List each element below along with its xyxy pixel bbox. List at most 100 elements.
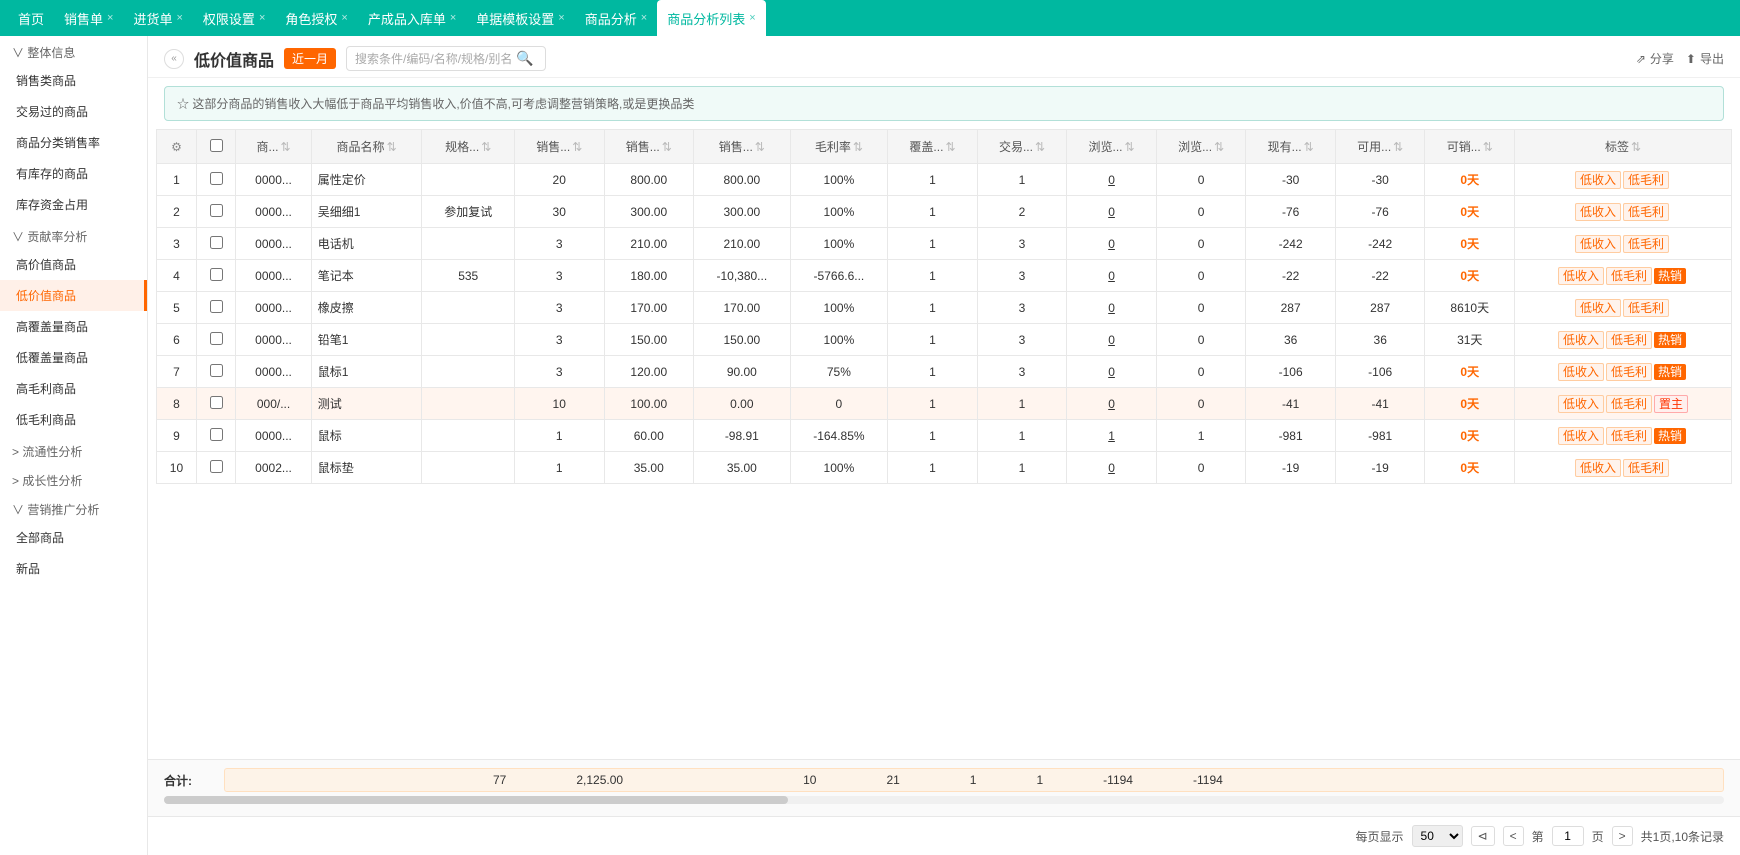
row-col11[interactable]: 0 [1067, 196, 1157, 228]
sort-sellable-icon[interactable]: ⇅ [1483, 140, 1493, 154]
nav-close-analysis-list[interactable]: × [749, 12, 755, 24]
sort-view2-icon[interactable]: ⇅ [1214, 140, 1224, 154]
time-range-tag[interactable]: 近一月 [284, 48, 336, 69]
row-checkbox[interactable] [196, 324, 235, 356]
nav-product-inbound[interactable]: 产成品入库单 × [358, 0, 466, 36]
sidebar-item-stock-capital[interactable]: 库存资金占用 [0, 189, 147, 220]
sidebar-item-all-products[interactable]: 全部商品 [0, 522, 147, 553]
row-select-checkbox[interactable] [210, 428, 223, 441]
row-col11[interactable]: 0 [1067, 292, 1157, 324]
col-tags[interactable]: 标签⇅ [1515, 130, 1732, 164]
sidebar-item-high-margin[interactable]: 高毛利商品 [0, 373, 147, 404]
row-col11[interactable]: 0 [1067, 324, 1157, 356]
row-select-checkbox[interactable] [210, 268, 223, 281]
row-checkbox[interactable] [196, 388, 235, 420]
nav-close-template[interactable]: × [558, 12, 564, 24]
nav-close-product-inbound[interactable]: × [450, 12, 456, 24]
page-prev-btn[interactable]: < [1503, 826, 1524, 846]
sort-sales1-icon[interactable]: ⇅ [572, 140, 582, 154]
col-gear[interactable]: ⚙ [157, 130, 197, 164]
view-link[interactable]: 1 [1108, 429, 1115, 443]
sidebar-group-growth[interactable]: > 成长性分析 [0, 464, 147, 493]
view-link[interactable]: 0 [1108, 365, 1115, 379]
sidebar-item-low-coverage[interactable]: 低覆盖量商品 [0, 342, 147, 373]
view-link[interactable]: 0 [1108, 333, 1115, 347]
row-col11[interactable]: 0 [1067, 228, 1157, 260]
sort-transaction-icon[interactable]: ⇅ [1035, 140, 1045, 154]
page-number-input[interactable] [1552, 826, 1584, 846]
nav-close-sales[interactable]: × [107, 12, 113, 24]
row-select-checkbox[interactable] [210, 396, 223, 409]
col-margin[interactable]: 毛利率⇅ [790, 130, 888, 164]
sort-view1-icon[interactable]: ⇅ [1125, 140, 1135, 154]
page-size-select[interactable]: 50 100 200 [1412, 825, 1463, 847]
search-icon[interactable]: 🔍 [516, 50, 533, 67]
col-view2[interactable]: 浏览...⇅ [1156, 130, 1246, 164]
share-btn[interactable]: ⇗ 分享 [1636, 50, 1674, 67]
row-col11[interactable]: 0 [1067, 260, 1157, 292]
search-box[interactable]: 搜索条件/编码/名称/规格/别名 🔍 [346, 46, 546, 71]
nav-product-analysis[interactable]: 商品分析 × [575, 0, 657, 36]
col-code[interactable]: 商...⇅ [236, 130, 311, 164]
col-sales2[interactable]: 销售...⇅ [604, 130, 694, 164]
sidebar-item-high-value[interactable]: 高价值商品 [0, 249, 147, 280]
row-select-checkbox[interactable] [210, 172, 223, 185]
nav-close-product-analysis[interactable]: × [641, 12, 647, 24]
page-first-btn[interactable]: ⊲ [1471, 826, 1495, 846]
col-checkbox[interactable] [196, 130, 235, 164]
sort-sales2-icon[interactable]: ⇅ [662, 140, 672, 154]
sidebar-item-traded[interactable]: 交易过的商品 [0, 96, 147, 127]
row-col11[interactable]: 0 [1067, 356, 1157, 388]
sidebar-item-low-margin[interactable]: 低毛利商品 [0, 404, 147, 435]
nav-analysis-list[interactable]: 商品分析列表 × [657, 0, 765, 36]
row-select-checkbox[interactable] [210, 236, 223, 249]
sidebar-item-sales-category[interactable]: 销售类商品 [0, 65, 147, 96]
sidebar-group-overall[interactable]: ∨ 整体信息 [0, 36, 147, 65]
nav-permission[interactable]: 权限设置 × [193, 0, 275, 36]
row-checkbox[interactable] [196, 292, 235, 324]
sort-tags-icon[interactable]: ⇅ [1631, 140, 1641, 154]
col-available[interactable]: 可用...⇅ [1335, 130, 1425, 164]
row-select-checkbox[interactable] [210, 460, 223, 473]
view-link[interactable]: 0 [1108, 205, 1115, 219]
row-select-checkbox[interactable] [210, 364, 223, 377]
row-checkbox[interactable] [196, 164, 235, 196]
row-checkbox[interactable] [196, 452, 235, 484]
col-transaction[interactable]: 交易...⇅ [977, 130, 1067, 164]
row-col11[interactable]: 0 [1067, 452, 1157, 484]
col-current-stock[interactable]: 现有...⇅ [1246, 130, 1336, 164]
sort-name-icon[interactable]: ⇅ [387, 140, 397, 154]
nav-home[interactable]: 首页 [8, 0, 54, 36]
nav-purchase[interactable]: 进货单 × [123, 0, 192, 36]
col-view1[interactable]: 浏览...⇅ [1067, 130, 1157, 164]
sidebar-item-low-value[interactable]: 低价值商品 [0, 280, 147, 311]
sidebar-item-new-products[interactable]: 新品 [0, 553, 147, 584]
sort-margin-icon[interactable]: ⇅ [853, 140, 863, 154]
page-next-btn[interactable]: > [1612, 826, 1633, 846]
sidebar-group-marketing[interactable]: ∨ 营销推广分析 [0, 493, 147, 522]
nav-close-purchase[interactable]: × [176, 12, 182, 24]
sort-code-icon[interactable]: ⇅ [281, 140, 291, 154]
nav-sales[interactable]: 销售单 × [54, 0, 123, 36]
export-btn[interactable]: ⬆ 导出 [1686, 50, 1724, 67]
col-sellable[interactable]: 可销...⇅ [1425, 130, 1515, 164]
collapse-sidebar-btn[interactable]: « [164, 49, 184, 69]
sort-available-icon[interactable]: ⇅ [1393, 140, 1403, 154]
sort-current-icon[interactable]: ⇅ [1304, 140, 1314, 154]
nav-close-permission[interactable]: × [259, 12, 265, 24]
col-name[interactable]: 商品名称⇅ [311, 130, 422, 164]
nav-close-role[interactable]: × [341, 12, 347, 24]
row-select-checkbox[interactable] [210, 300, 223, 313]
col-sales3[interactable]: 销售...⇅ [694, 130, 791, 164]
sidebar-item-category-sales-rate[interactable]: 商品分类销售率 [0, 127, 147, 158]
view-link[interactable]: 0 [1108, 301, 1115, 315]
sort-sales3-icon[interactable]: ⇅ [755, 140, 765, 154]
sidebar-item-stock-goods[interactable]: 有库存的商品 [0, 158, 147, 189]
view-link[interactable]: 0 [1108, 397, 1115, 411]
nav-role[interactable]: 角色授权 × [275, 0, 357, 36]
view-link[interactable]: 0 [1108, 461, 1115, 475]
sidebar-group-contribution[interactable]: ∨ 贡献率分析 [0, 220, 147, 249]
col-spec[interactable]: 规格...⇅ [422, 130, 514, 164]
row-col11[interactable]: 1 [1067, 420, 1157, 452]
row-checkbox[interactable] [196, 196, 235, 228]
